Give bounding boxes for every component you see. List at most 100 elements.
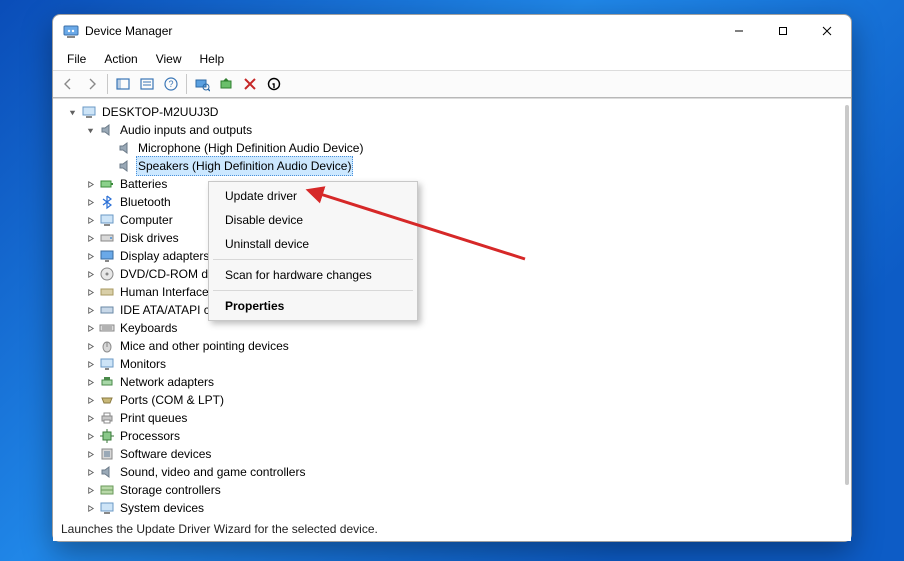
maximize-button[interactable] — [761, 16, 805, 46]
computer-icon — [99, 212, 115, 228]
tree-audio[interactable]: Audio inputs and outputs — [57, 121, 851, 139]
tree-disk-drives-label: Disk drives — [118, 229, 181, 247]
vertical-scrollbar[interactable] — [845, 105, 849, 485]
ctx-uninstall-device[interactable]: Uninstall device — [211, 232, 415, 256]
chevron-right-icon[interactable] — [83, 339, 97, 353]
menu-action[interactable]: Action — [96, 50, 145, 68]
battery-icon — [99, 176, 115, 192]
tree-processors[interactable]: Processors — [57, 427, 851, 445]
chevron-right-icon[interactable] — [83, 375, 97, 389]
close-button[interactable] — [805, 16, 849, 46]
chevron-right-icon[interactable] — [83, 357, 97, 371]
disc-icon — [99, 266, 115, 282]
chevron-right-icon[interactable] — [83, 447, 97, 461]
forward-button[interactable] — [81, 73, 103, 95]
chevron-right-icon[interactable] — [83, 465, 97, 479]
tree-network[interactable]: Network adapters — [57, 373, 851, 391]
tree-batteries-label: Batteries — [118, 175, 169, 193]
tree-mice[interactable]: Mice and other pointing devices — [57, 337, 851, 355]
speaker-icon — [99, 122, 115, 138]
hid-icon — [99, 284, 115, 300]
chevron-right-icon[interactable] — [83, 195, 97, 209]
tree-ide[interactable]: IDE ATA/ATAPI controllers — [57, 301, 851, 319]
menu-file[interactable]: File — [59, 50, 94, 68]
minimize-button[interactable] — [717, 16, 761, 46]
display-icon — [99, 248, 115, 264]
chevron-right-icon[interactable] — [83, 483, 97, 497]
tree-batteries[interactable]: Batteries — [57, 175, 851, 193]
chevron-right-icon[interactable] — [83, 213, 97, 227]
tree-keyboards-label: Keyboards — [118, 319, 179, 337]
tree-display-adapters[interactable]: Display adapters — [57, 247, 851, 265]
chevron-right-icon[interactable] — [83, 303, 97, 317]
chevron-down-icon[interactable] — [65, 105, 79, 119]
toolbar: ? — [53, 70, 851, 98]
tree-storage-label: Storage controllers — [118, 481, 223, 499]
tree-keyboards[interactable]: Keyboards — [57, 319, 851, 337]
tree-bluetooth[interactable]: Bluetooth — [57, 193, 851, 211]
window-title: Device Manager — [85, 24, 172, 38]
chevron-right-icon[interactable] — [83, 321, 97, 335]
device-tree[interactable]: DESKTOP-M2UUJ3D Audio inputs and outputs… — [53, 98, 851, 519]
chevron-right-icon[interactable] — [83, 249, 97, 263]
statusbar: Launches the Update Driver Wizard for th… — [53, 519, 851, 541]
chevron-right-icon[interactable] — [83, 393, 97, 407]
ctx-separator — [213, 259, 413, 260]
chevron-right-icon[interactable] — [83, 177, 97, 191]
ctx-disable-device[interactable]: Disable device — [211, 208, 415, 232]
storage-icon — [99, 482, 115, 498]
tree-computer-label: Computer — [118, 211, 175, 229]
controller-icon — [99, 302, 115, 318]
tree-monitors[interactable]: Monitors — [57, 355, 851, 373]
cpu-icon — [99, 428, 115, 444]
chevron-right-icon[interactable] — [83, 231, 97, 245]
chevron-right-icon[interactable] — [83, 411, 97, 425]
chevron-right-icon[interactable] — [83, 285, 97, 299]
tree-sound[interactable]: Sound, video and game controllers — [57, 463, 851, 481]
chevron-right-icon[interactable] — [83, 429, 97, 443]
svg-text:?: ? — [168, 79, 173, 89]
tree-storage[interactable]: Storage controllers — [57, 481, 851, 499]
menu-view[interactable]: View — [148, 50, 190, 68]
tree-monitors-label: Monitors — [118, 355, 168, 373]
keyboard-icon — [99, 320, 115, 336]
tree-hid[interactable]: Human Interface Devices — [57, 283, 851, 301]
disable-button[interactable] — [263, 73, 285, 95]
tree-ports-label: Ports (COM & LPT) — [118, 391, 226, 409]
ctx-separator — [213, 290, 413, 291]
tree-software-devices[interactable]: Software devices — [57, 445, 851, 463]
network-icon — [99, 374, 115, 390]
software-icon — [99, 446, 115, 462]
menu-help[interactable]: Help — [192, 50, 233, 68]
chevron-right-icon[interactable] — [83, 267, 97, 281]
tree-audio-mic[interactable]: Microphone (High Definition Audio Device… — [57, 139, 851, 157]
uninstall-button[interactable] — [239, 73, 261, 95]
chevron-right-icon[interactable] — [83, 501, 97, 515]
ctx-properties[interactable]: Properties — [211, 294, 415, 318]
tree-ports[interactable]: Ports (COM & LPT) — [57, 391, 851, 409]
help-button[interactable]: ? — [160, 73, 182, 95]
tree-computer[interactable]: Computer — [57, 211, 851, 229]
back-button[interactable] — [57, 73, 79, 95]
device-manager-window: Device Manager File Action View Help ? — [52, 14, 852, 542]
tree-print-queues[interactable]: Print queues — [57, 409, 851, 427]
tree-dvd[interactable]: DVD/CD-ROM drives — [57, 265, 851, 283]
tree-display-adapters-label: Display adapters — [118, 247, 211, 265]
scan-hardware-button[interactable] — [191, 73, 213, 95]
update-driver-button[interactable] — [215, 73, 237, 95]
tree-system-devices[interactable]: System devices — [57, 499, 851, 517]
app-icon — [63, 23, 79, 39]
tree-system-devices-label: System devices — [118, 499, 206, 517]
tree-root[interactable]: DESKTOP-M2UUJ3D — [57, 103, 851, 121]
show-hide-console-button[interactable] — [112, 73, 134, 95]
tree-disk-drives[interactable]: Disk drives — [57, 229, 851, 247]
tree-audio-speakers[interactable]: Speakers (High Definition Audio Device) — [57, 157, 851, 175]
properties-button[interactable] — [136, 73, 158, 95]
speaker-icon — [117, 140, 133, 156]
computer-icon — [81, 104, 97, 120]
titlebar: Device Manager — [53, 15, 851, 47]
speaker-icon — [117, 158, 133, 174]
ctx-scan-hardware[interactable]: Scan for hardware changes — [211, 263, 415, 287]
ctx-update-driver[interactable]: Update driver — [211, 184, 415, 208]
chevron-down-icon[interactable] — [83, 123, 97, 137]
